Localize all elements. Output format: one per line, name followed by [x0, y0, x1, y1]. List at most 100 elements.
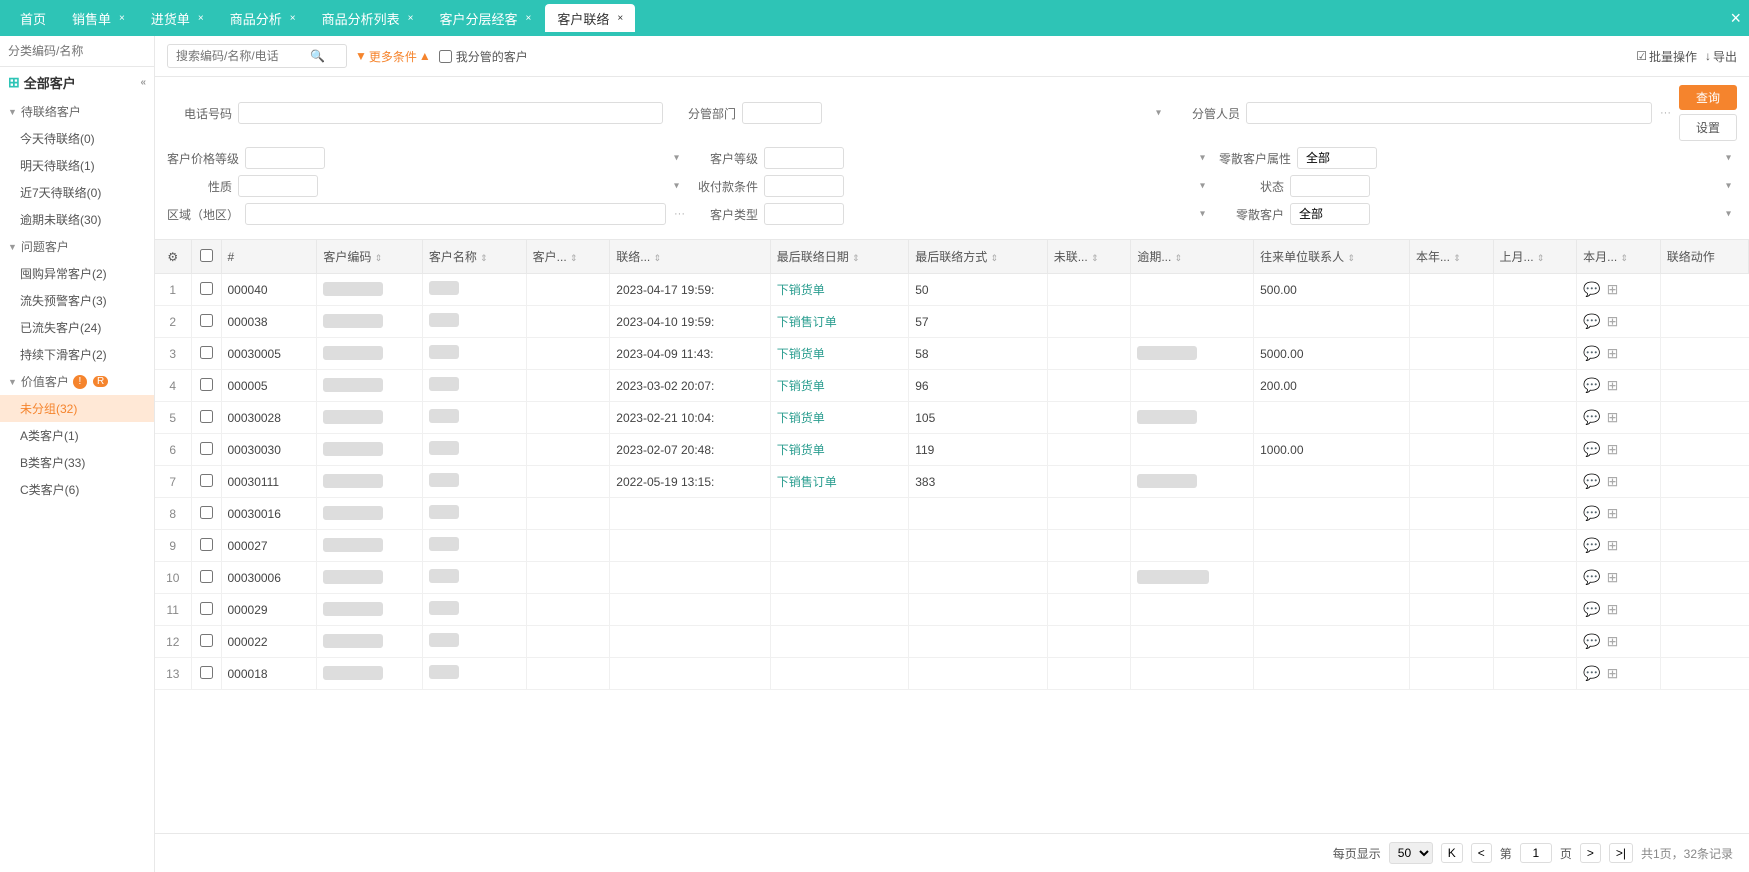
- tab-purchase[interactable]: 进货单 ×: [139, 4, 216, 32]
- phone-action-icon[interactable]: 💬: [1583, 409, 1600, 426]
- checkbox-col-header[interactable]: [191, 240, 221, 274]
- settings-col-header[interactable]: ⚙: [155, 240, 191, 274]
- phone-action-icon[interactable]: 💬: [1583, 313, 1600, 330]
- region-dots[interactable]: ···: [674, 208, 685, 220]
- payment-select[interactable]: [764, 175, 844, 197]
- row-checkbox[interactable]: [191, 466, 221, 498]
- sidebar-item-c-type[interactable]: C类客户(6): [0, 476, 154, 503]
- value-customers-group[interactable]: ▼ 价值客户 ! R: [0, 368, 154, 395]
- main-search-input[interactable]: [176, 49, 306, 63]
- tab-sales[interactable]: 销售单 ×: [60, 4, 137, 32]
- last-page-btn[interactable]: >|: [1609, 843, 1633, 863]
- sidebar-item-overdue[interactable]: 逾期未联络(30): [0, 206, 154, 233]
- last-method-link[interactable]: 下销货单: [777, 283, 825, 297]
- sidebar-item-churn-warning[interactable]: 流失预警客户(3): [0, 287, 154, 314]
- sidebar-item-declining[interactable]: 持续下滑客户(2): [0, 341, 154, 368]
- page-size-select[interactable]: 50: [1389, 842, 1433, 864]
- row-checkbox[interactable]: [191, 658, 221, 690]
- region-input[interactable]: [245, 203, 666, 225]
- sidebar-collapse-btn[interactable]: «: [140, 77, 146, 88]
- tab-customer-segment-close[interactable]: ×: [525, 13, 531, 24]
- col-days-no-contact[interactable]: 未联... ⇕: [1047, 240, 1131, 274]
- tab-customer-contact-close[interactable]: ×: [617, 13, 623, 24]
- col-type[interactable]: 客户... ⇕: [526, 240, 610, 274]
- retail-select[interactable]: 全部: [1290, 203, 1370, 225]
- next-page-btn[interactable]: >: [1580, 843, 1601, 863]
- row-checkbox[interactable]: [191, 434, 221, 466]
- reset-button[interactable]: 设置: [1679, 114, 1737, 141]
- row-checkbox[interactable]: [191, 338, 221, 370]
- phone-action-icon[interactable]: 💬: [1583, 601, 1600, 618]
- last-method-link[interactable]: 下销货单: [777, 347, 825, 361]
- more-conditions-btn[interactable]: ▼ 更多条件 ▲: [355, 48, 431, 65]
- problem-customers-group[interactable]: ▼ 问题客户: [0, 233, 154, 260]
- search-button[interactable]: 查询: [1679, 85, 1737, 110]
- col-contact[interactable]: 联络... ⇕: [610, 240, 770, 274]
- sidebar-item-b-type[interactable]: B类客户(33): [0, 449, 154, 476]
- sidebar-item-hoarding[interactable]: 囤购异常客户(2): [0, 260, 154, 287]
- row-checkbox[interactable]: [191, 402, 221, 434]
- last-method-link[interactable]: 下销货单: [777, 443, 825, 457]
- export-btn[interactable]: ↓ 导出: [1705, 48, 1737, 65]
- phone-action-icon[interactable]: 💬: [1583, 633, 1600, 650]
- gender-select[interactable]: [238, 175, 318, 197]
- last-method-link[interactable]: 下销售订单: [777, 315, 837, 329]
- grid-action-icon[interactable]: ⊞: [1607, 409, 1619, 426]
- tab-home[interactable]: 首页: [8, 4, 58, 32]
- last-method-link[interactable]: 下销货单: [777, 379, 825, 393]
- row-checkbox[interactable]: [191, 370, 221, 402]
- grid-action-icon[interactable]: ⊞: [1607, 441, 1619, 458]
- phone-action-icon[interactable]: 💬: [1583, 505, 1600, 522]
- select-all-checkbox[interactable]: [200, 249, 213, 262]
- first-page-btn[interactable]: K: [1441, 843, 1463, 863]
- col-name[interactable]: 客户名称 ⇕: [422, 240, 526, 274]
- phone-action-icon[interactable]: 💬: [1583, 569, 1600, 586]
- tab-purchase-close[interactable]: ×: [198, 13, 204, 24]
- row-checkbox[interactable]: [191, 562, 221, 594]
- batch-operations-btn[interactable]: ☑ 批量操作: [1636, 48, 1697, 65]
- tab-product-analysis-close[interactable]: ×: [290, 13, 296, 24]
- grid-action-icon[interactable]: ⊞: [1607, 601, 1619, 618]
- col-last-month[interactable]: 上月... ⇕: [1493, 240, 1577, 274]
- status-select[interactable]: [1290, 175, 1370, 197]
- sidebar-item-churned[interactable]: 已流失客户(24): [0, 314, 154, 341]
- tab-customer-segment[interactable]: 客户分层经客 ×: [427, 4, 543, 32]
- grid-action-icon[interactable]: ⊞: [1607, 505, 1619, 522]
- all-customers-header[interactable]: ⊞ 全部客户 «: [0, 67, 154, 98]
- row-checkbox[interactable]: [191, 626, 221, 658]
- page-number-input[interactable]: [1520, 843, 1552, 863]
- sidebar-item-7days[interactable]: 近7天待联络(0): [0, 179, 154, 206]
- grid-action-icon[interactable]: ⊞: [1607, 569, 1619, 586]
- customer-level-select[interactable]: [764, 147, 844, 169]
- manager-input[interactable]: [1246, 102, 1652, 124]
- main-search-icon[interactable]: 🔍: [310, 49, 325, 63]
- tab-product-analysis-list[interactable]: 商品分析列表 ×: [310, 4, 426, 32]
- sidebar-item-ungrouped[interactable]: 未分组(32): [0, 395, 154, 422]
- phone-action-icon[interactable]: 💬: [1583, 665, 1600, 682]
- row-checkbox[interactable]: [191, 306, 221, 338]
- prev-page-btn[interactable]: <: [1471, 843, 1492, 863]
- grid-action-icon[interactable]: ⊞: [1607, 473, 1619, 490]
- row-checkbox[interactable]: [191, 530, 221, 562]
- tab-customer-contact[interactable]: 客户联络 ×: [545, 4, 635, 32]
- category-search-input[interactable]: [8, 44, 155, 58]
- sidebar-item-a-type[interactable]: A类客户(1): [0, 422, 154, 449]
- tab-product-analysis[interactable]: 商品分析 ×: [218, 4, 308, 32]
- col-current-year[interactable]: 本年... ⇕: [1409, 240, 1493, 274]
- phone-action-icon[interactable]: 💬: [1583, 377, 1600, 394]
- grid-action-icon[interactable]: ⊞: [1607, 537, 1619, 554]
- phone-action-icon[interactable]: 💬: [1583, 281, 1600, 298]
- phone-action-icon[interactable]: 💬: [1583, 345, 1600, 362]
- phone-action-icon[interactable]: 💬: [1583, 441, 1600, 458]
- col-code[interactable]: 客户编码 ⇕: [317, 240, 422, 274]
- pending-contact-group[interactable]: ▼ 待联络客户: [0, 98, 154, 125]
- phone-input[interactable]: [238, 102, 663, 124]
- col-last-method[interactable]: 最后联络方式 ⇕: [909, 240, 1048, 274]
- phone-action-icon[interactable]: 💬: [1583, 537, 1600, 554]
- last-method-link[interactable]: 下销售订单: [777, 475, 837, 489]
- grid-action-icon[interactable]: ⊞: [1607, 313, 1619, 330]
- manager-dots[interactable]: ···: [1660, 107, 1671, 119]
- last-method-link[interactable]: 下销货单: [777, 411, 825, 425]
- sidebar-item-tomorrow[interactable]: 明天待联络(1): [0, 152, 154, 179]
- col-unit-contact[interactable]: 往来单位联系人 ⇕: [1254, 240, 1410, 274]
